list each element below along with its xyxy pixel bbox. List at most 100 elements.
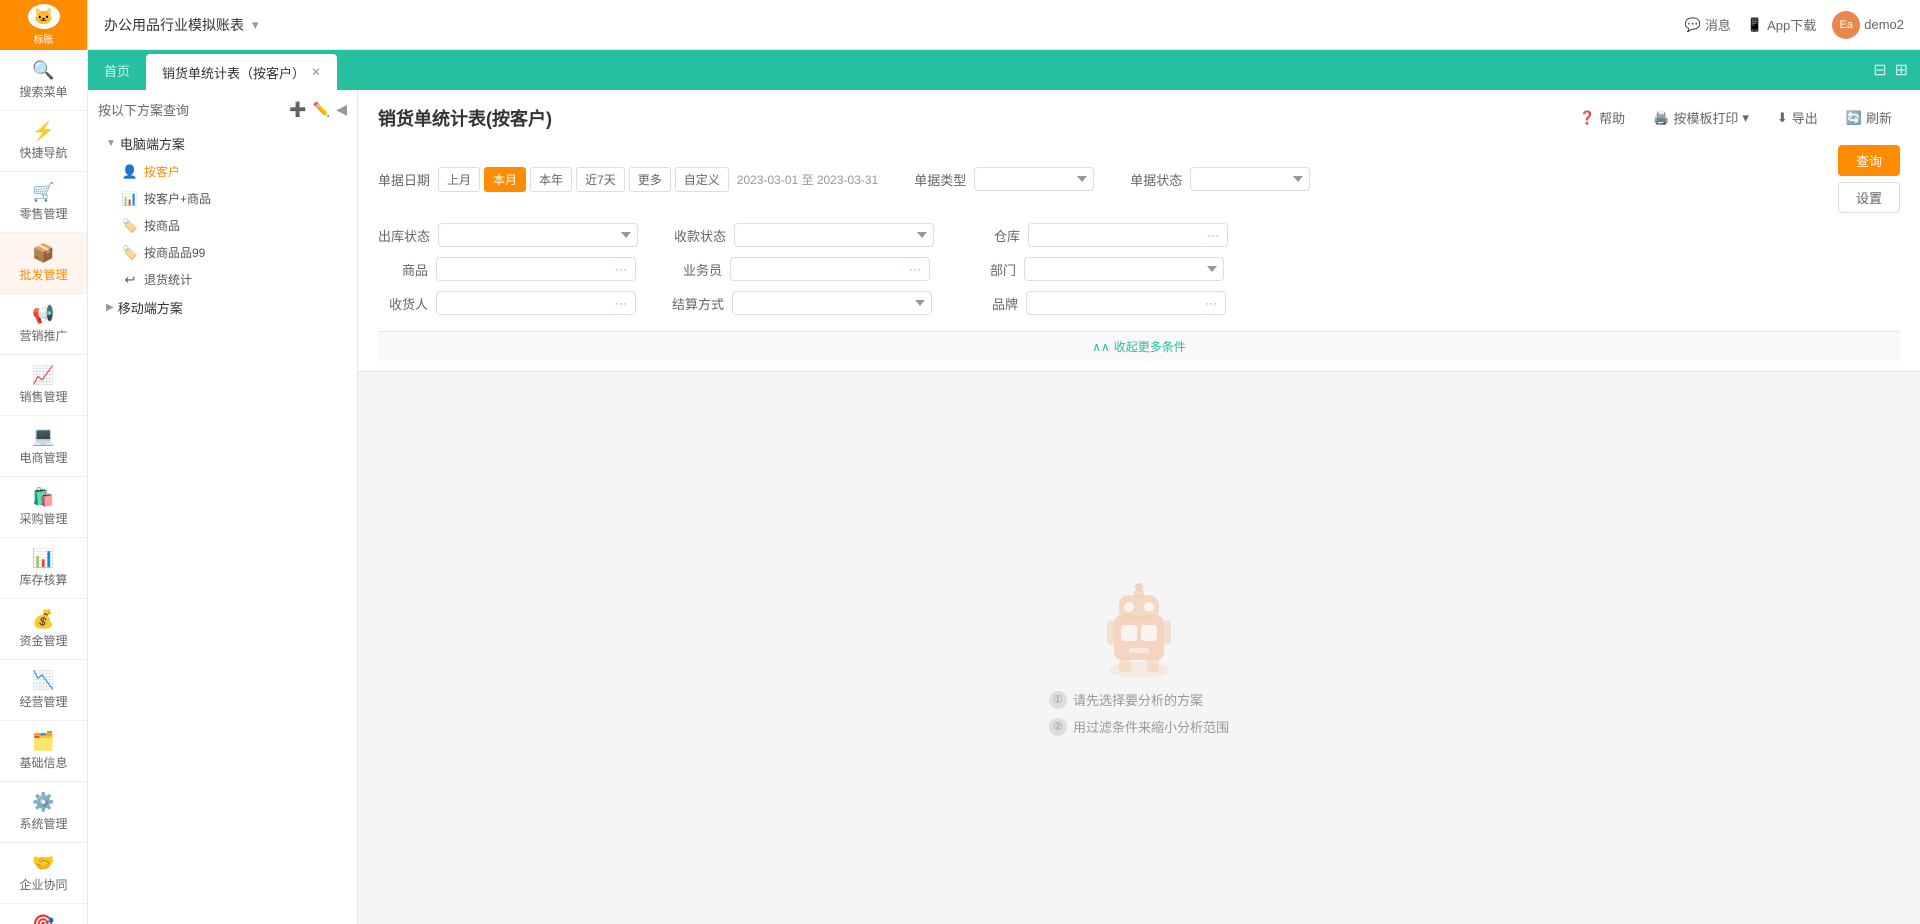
scheme-item-by-customer-product[interactable]: 📊 按客户+商品 <box>114 185 347 212</box>
brand-input[interactable]: ··· <box>1026 291 1226 315</box>
filter-receiver: 收货人 ··· <box>378 291 636 315</box>
corp-icon: 🤝 <box>4 853 83 874</box>
sidebar-item-operations[interactable]: 📉 经营管理 <box>0 660 87 721</box>
filter-salesperson: 业务员 ··· <box>672 257 930 281</box>
refresh-btn[interactable]: 🔄 刷新 <box>1838 104 1900 131</box>
department-select[interactable] <box>1024 257 1224 281</box>
sidebar-item-wholesale[interactable]: 📦 批发管理 <box>0 233 87 294</box>
department-label: 部门 <box>966 260 1016 279</box>
filter-warehouse: 仓库 ··· <box>970 223 1228 247</box>
tab-minimize-icon[interactable]: ⊟ <box>1873 60 1886 80</box>
scheme-item-by-customer[interactable]: 👤 按客户 <box>114 158 347 185</box>
newbie-icon: 🎯 <box>4 914 83 924</box>
scheme-item-returns[interactable]: ↩ 退货统计 <box>114 266 347 293</box>
message-btn[interactable]: 💬 消息 <box>1685 15 1731 34</box>
warehouse-input[interactable]: ··· <box>1028 223 1228 247</box>
basic-icon: 🗂️ <box>4 731 83 752</box>
edit-scheme-btn[interactable]: ✏️ <box>313 101 330 118</box>
payment-select[interactable] <box>732 291 932 315</box>
scheme-item-by-product-99[interactable]: 🏷️ 按商品品99 <box>114 239 347 266</box>
sidebar-item-ecom[interactable]: 💻 电商管理 <box>0 416 87 477</box>
template-print-btn[interactable]: 🖨️ 按模板打印 ▾ <box>1645 104 1757 131</box>
left-panel: 按以下方案查询 ➕ ✏️ ◀ ▼ 电脑端方案 👤 按客户 <box>88 90 358 924</box>
print-label: 按模板打印 <box>1673 108 1738 127</box>
filter-doc-status: 单据状态 <box>1130 167 1310 191</box>
help-btn[interactable]: ❓ 帮助 <box>1571 104 1633 131</box>
ecom-icon: 💻 <box>4 426 83 447</box>
empty-state: ① 请先选择要分析的方案 ② 用过滤条件来缩小分析范围 <box>358 372 1920 924</box>
header-dropdown-icon[interactable]: ▾ <box>252 17 259 33</box>
sidebar-item-inventory[interactable]: 📊 库存核算 <box>0 538 87 599</box>
app-download-btn[interactable]: 📱 App下载 <box>1747 15 1816 34</box>
collect-status-select[interactable] <box>734 223 934 247</box>
tab-maximize-icon[interactable]: ⊞ <box>1895 60 1908 80</box>
user-profile[interactable]: Ea demo2 <box>1832 11 1904 39</box>
hint-num-1: ① <box>1049 691 1067 709</box>
scheme-item-label-by-customer: 按客户 <box>144 163 180 180</box>
date-btn-this-year[interactable]: 本年 <box>530 167 572 192</box>
tab-home-label: 首页 <box>104 61 130 80</box>
collapse-panel-btn[interactable]: ◀ <box>336 101 347 118</box>
purchase-icon: 🛍️ <box>4 487 83 508</box>
filter-row-2: 出库状态 收款状态 仓库 <box>378 223 1900 247</box>
brand-more-icon: ··· <box>1205 296 1217 310</box>
date-btn-last-month[interactable]: 上月 <box>438 167 480 192</box>
system-icon: ⚙️ <box>4 792 83 813</box>
username: demo2 <box>1864 17 1904 32</box>
date-label: 单据日期 <box>378 170 430 189</box>
scheme-mobile-title[interactable]: ▶ 移动端方案 <box>98 293 347 322</box>
doc-status-select[interactable] <box>1190 167 1310 191</box>
sidebar-label-wholesale: 批发管理 <box>19 268 67 282</box>
date-picker: 上月 本月 本年 近7天 更多 自定义 2023-03-01 至 2023-03… <box>438 167 878 192</box>
sidebar-item-quick-nav[interactable]: ⚡ 快捷导航 <box>0 111 87 172</box>
sidebar-item-retail[interactable]: 🛒 零售管理 <box>0 172 87 233</box>
robot-illustration <box>1079 560 1199 680</box>
export-btn[interactable]: ⬇ 导出 <box>1769 104 1826 131</box>
add-scheme-btn[interactable]: ➕ <box>289 101 306 118</box>
wholesale-icon: 📦 <box>4 243 83 264</box>
sidebar-item-sales[interactable]: 📈 销售管理 <box>0 355 87 416</box>
inventory-icon: 📊 <box>4 548 83 569</box>
warehouse-label: 仓库 <box>970 226 1020 245</box>
sidebar-item-finance[interactable]: 💰 资金管理 <box>0 599 87 660</box>
scheme-mobile-label: 移动端方案 <box>118 298 183 317</box>
sidebar-item-marketing[interactable]: 📢 营销推广 <box>0 294 87 355</box>
page-header-top: 销货单统计表(按客户) ❓ 帮助 🖨️ 按模板打印 ▾ ⬇ <box>378 104 1900 131</box>
scheme-item-by-product[interactable]: 🏷️ 按商品 <box>114 212 347 239</box>
salesperson-input[interactable]: ··· <box>730 257 930 281</box>
product-input[interactable]: ··· <box>436 257 636 281</box>
header-left: 办公用品行业模拟账表 ▾ <box>104 15 259 35</box>
retail-icon: 🛒 <box>4 182 83 203</box>
date-btn-more[interactable]: 更多 <box>629 167 671 192</box>
doc-type-select[interactable] <box>974 167 1094 191</box>
date-btn-this-month[interactable]: 本月 <box>484 167 526 192</box>
doc-type-label: 单据类型 <box>914 170 966 189</box>
scheme-desktop-title[interactable]: ▼ 电脑端方案 <box>98 129 347 158</box>
filter-area: 单据日期 上月 本月 本年 近7天 更多 自定义 2023-03-01 至 20… <box>378 145 1900 361</box>
tab-home[interactable]: 首页 <box>88 50 146 90</box>
collapse-filters-btn[interactable]: ∧∧ 收起更多条件 <box>378 331 1900 361</box>
by-product-99-icon: 🏷️ <box>122 245 138 261</box>
salesperson-more-icon: ··· <box>909 262 921 276</box>
page-content: 按以下方案查询 ➕ ✏️ ◀ ▼ 电脑端方案 👤 按客户 <box>88 90 1920 924</box>
out-status-select[interactable] <box>438 223 638 247</box>
date-btn-7days[interactable]: 近7天 <box>576 167 625 192</box>
sidebar-item-purchase[interactable]: 🛍️ 采购管理 <box>0 477 87 538</box>
sidebar-item-newbie[interactable]: 🎯 新手引导 <box>0 904 87 924</box>
finance-icon: 💰 <box>4 609 83 630</box>
filter-doc-type: 单据类型 <box>914 167 1094 191</box>
filter-payment: 结算方式 <box>672 291 932 315</box>
tab-sales-report[interactable]: 销货单统计表（按客户） ✕ <box>146 54 337 90</box>
sidebar-item-basic[interactable]: 🗂️ 基础信息 <box>0 721 87 782</box>
settings-btn[interactable]: 设置 <box>1838 182 1900 213</box>
sidebar-item-system[interactable]: ⚙️ 系统管理 <box>0 782 87 843</box>
sidebar-item-corp[interactable]: 🤝 企业协同 <box>0 843 87 904</box>
export-label: 导出 <box>1792 108 1818 127</box>
receiver-input[interactable]: ··· <box>436 291 636 315</box>
collapse-up-icon: ∧∧ <box>1092 340 1110 354</box>
tab-close-icon[interactable]: ✕ <box>311 65 321 79</box>
sidebar-menu: 🔍 搜索菜单 ⚡ 快捷导航 🛒 零售管理 📦 批发管理 📢 营销推广 📈 销售管… <box>0 50 87 924</box>
query-btn[interactable]: 查询 <box>1838 145 1900 176</box>
date-btn-custom[interactable]: 自定义 <box>675 167 729 192</box>
sidebar-item-search[interactable]: 🔍 搜索菜单 <box>0 50 87 111</box>
